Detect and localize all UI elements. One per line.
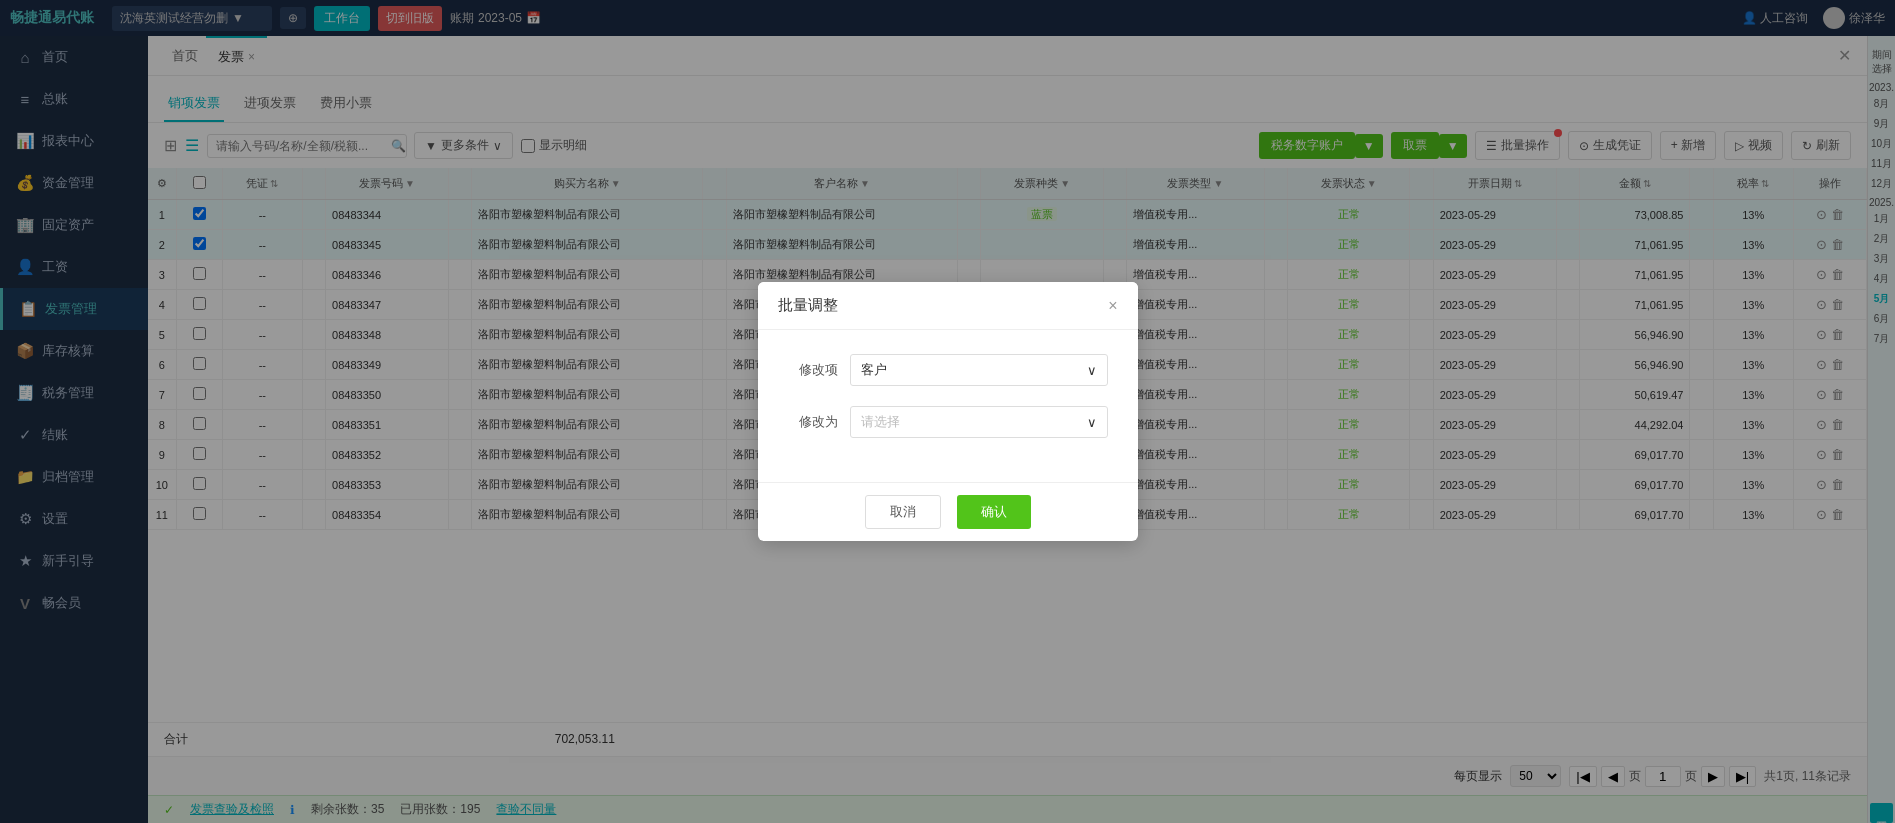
- value-select[interactable]: 请选择 ∨: [850, 406, 1108, 438]
- modal-close-btn[interactable]: ×: [1108, 297, 1117, 315]
- modal-confirm-btn[interactable]: 确认: [957, 495, 1031, 529]
- field-label: 修改项: [788, 361, 838, 379]
- batch-adjust-modal: 批量调整 × 修改项 客户 ∨ 修改为 请选择 ∨ 取消 确认: [758, 282, 1138, 541]
- field-select-value: 客户: [861, 361, 887, 379]
- modal-overlay: 批量调整 × 修改项 客户 ∨ 修改为 请选择 ∨ 取消 确认: [0, 0, 1895, 823]
- value-select-placeholder: 请选择: [861, 413, 900, 431]
- field-select-chevron-icon: ∨: [1087, 363, 1097, 378]
- modal-cancel-btn[interactable]: 取消: [865, 495, 941, 529]
- field-select[interactable]: 客户 ∨: [850, 354, 1108, 386]
- value-label: 修改为: [788, 413, 838, 431]
- modal-title: 批量调整: [778, 296, 838, 315]
- value-select-chevron-icon: ∨: [1087, 415, 1097, 430]
